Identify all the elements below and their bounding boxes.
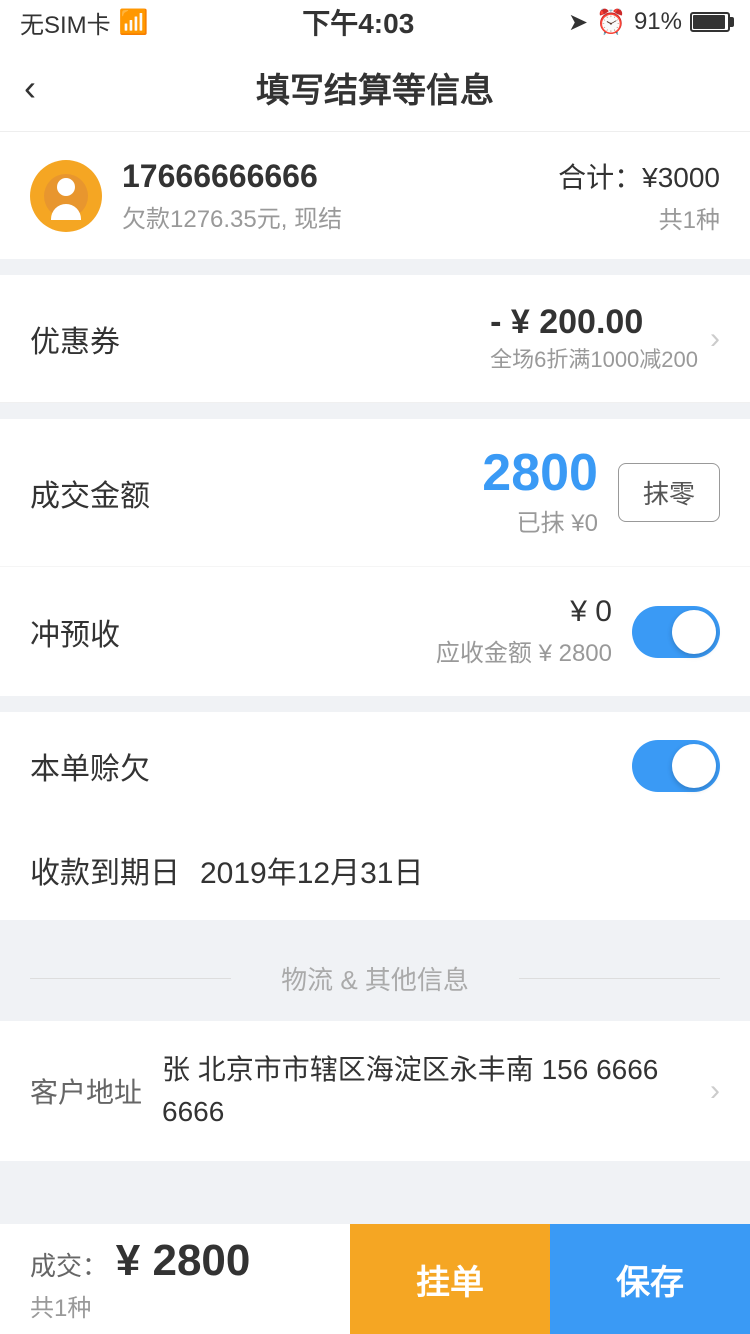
- due-date-value: 2019年12月31日: [200, 848, 423, 892]
- amount-row: 成交金额 2800 已抹 ¥0 抹零: [0, 419, 750, 567]
- advance-payment-value-wrap: ¥ 0 应收金额 ¥ 2800: [436, 595, 612, 668]
- amount-main-value: 2800: [482, 447, 598, 499]
- wifi-icon: 📶: [119, 8, 149, 37]
- carrier-text: 无SIM卡: [20, 5, 111, 40]
- nav-bar: ‹ 填写结算等信息: [0, 44, 750, 132]
- coupon-right: - ¥ 200.00 全场6折满1000减200 ›: [490, 303, 720, 374]
- content-area: 17666666666 欠款1276.35元, 现结 合计：¥3000 共1种 …: [0, 132, 750, 1281]
- owing-section: 本单赊欠 收款到期日 2019年12月31日: [0, 712, 750, 920]
- location-icon: ➤: [568, 8, 588, 37]
- due-date-label: 收款到期日: [30, 848, 180, 892]
- status-bar: 无SIM卡 📶 下午4:03 ➤ ⏰ 91%: [0, 0, 750, 44]
- battery-icon: [690, 12, 730, 32]
- back-button[interactable]: ‹: [24, 67, 36, 109]
- owing-label: 本单赊欠: [30, 744, 150, 788]
- coupon-label: 优惠券: [30, 317, 120, 361]
- amount-right: 2800 已抹 ¥0 抹零: [482, 447, 720, 538]
- amount-label: 成交金额: [30, 471, 150, 515]
- coupon-amount: - ¥ 200.00: [490, 303, 698, 342]
- bottom-bar: 成交： ¥ 2800 共1种 挂单 保存: [0, 1224, 750, 1334]
- amount-value-wrap: 2800 已抹 ¥0: [482, 447, 598, 538]
- customer-sub: 欠款1276.35元, 现结: [122, 199, 342, 234]
- customer-left: 17666666666 欠款1276.35元, 现结: [30, 158, 342, 234]
- save-button[interactable]: 保存: [550, 1224, 750, 1334]
- advance-payment-row: 冲预收 ¥ 0 应收金额 ¥ 2800: [0, 567, 750, 696]
- coupon-desc: 全场6折满1000减200: [490, 342, 698, 374]
- owing-toggle-knob: [672, 744, 716, 788]
- due-date-row: 收款到期日 2019年12月31日: [0, 820, 750, 920]
- status-left: 无SIM卡 📶: [20, 5, 149, 40]
- coupon-chevron-icon: ›: [710, 322, 720, 356]
- advance-payment-toggle[interactable]: [632, 606, 720, 658]
- address-row[interactable]: 客户地址 张 北京市市辖区海淀区永丰南 156 6666 6666 ›: [0, 1021, 750, 1161]
- status-right: ➤ ⏰ 91%: [568, 8, 730, 37]
- logistics-divider-text: 物流 & 其他信息: [281, 960, 469, 997]
- owing-toggle[interactable]: [632, 740, 720, 792]
- logistics-divider: 物流 & 其他信息: [0, 936, 750, 1021]
- battery-text: 91%: [634, 8, 682, 36]
- round-button[interactable]: 抹零: [618, 463, 720, 522]
- alarm-icon: ⏰: [596, 8, 626, 37]
- address-label: 客户地址: [30, 1071, 142, 1111]
- address-chevron-icon: ›: [710, 1074, 720, 1108]
- coupon-row[interactable]: 优惠券 - ¥ 200.00 全场6折满1000减200 ›: [0, 275, 750, 403]
- customer-right: 合计：¥3000 共1种: [558, 156, 720, 235]
- avatar: [30, 160, 102, 232]
- hold-button[interactable]: 挂单: [350, 1224, 550, 1334]
- total-count: 共1种: [558, 200, 720, 235]
- page-title: 填写结算等信息: [256, 63, 494, 112]
- bottom-deal-label: 成交：: [30, 1251, 108, 1281]
- customer-card: 17666666666 欠款1276.35元, 现结 合计：¥3000 共1种: [0, 132, 750, 259]
- divider-line-left: [30, 978, 231, 979]
- divider-line-right: [519, 978, 720, 979]
- amount-sub-text: 已抹 ¥0: [482, 503, 598, 538]
- total-value: ¥3000: [642, 162, 720, 193]
- bottom-info: 成交： ¥ 2800 共1种: [0, 1236, 350, 1323]
- status-time: 下午4:03: [302, 2, 414, 42]
- address-value: 张 北京市市辖区海淀区永丰南 156 6666 6666: [142, 1049, 710, 1133]
- bottom-deal-count: 共1种: [30, 1288, 320, 1323]
- deal-amount-section: 成交金额 2800 已抹 ¥0 抹零 冲预收 ¥ 0 应收金额 ¥ 2800: [0, 419, 750, 696]
- bottom-deal-row: 成交： ¥ 2800: [30, 1236, 320, 1286]
- coupon-info: - ¥ 200.00 全场6折满1000减200: [490, 303, 698, 374]
- customer-phone: 17666666666: [122, 158, 342, 195]
- logistics-divider-inner: 物流 & 其他信息: [0, 960, 750, 997]
- bottom-deal-amount: ¥ 2800: [116, 1236, 251, 1285]
- toggle-knob: [672, 610, 716, 654]
- total-label: 合计：: [558, 162, 642, 193]
- advance-payment-value: ¥ 0: [436, 595, 612, 629]
- advance-payment-label: 冲预收: [30, 610, 120, 654]
- customer-info: 17666666666 欠款1276.35元, 现结: [122, 158, 342, 234]
- advance-payment-sub: 应收金额 ¥ 2800: [436, 633, 612, 668]
- advance-payment-right: ¥ 0 应收金额 ¥ 2800: [436, 595, 720, 668]
- owing-row: 本单赊欠: [0, 712, 750, 820]
- total-label-row: 合计：¥3000: [558, 156, 720, 196]
